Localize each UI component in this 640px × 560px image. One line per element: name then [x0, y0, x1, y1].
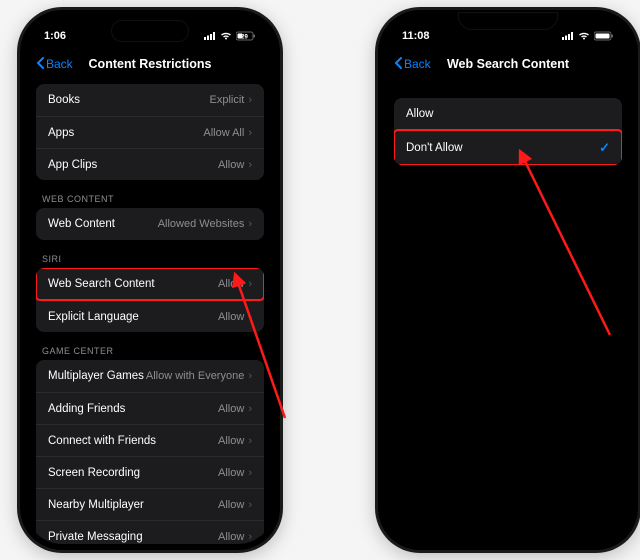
content-area[interactable]: Allow Don't Allow ✓ — [384, 80, 632, 544]
back-button[interactable]: Back — [36, 57, 73, 72]
screen-right: 11:08 Back Web Search Content Allow Don'… — [384, 16, 632, 544]
back-label: Back — [404, 57, 431, 71]
phone-right: 11:08 Back Web Search Content Allow Don'… — [378, 10, 638, 550]
phone-left: 1:06 29 Back Content Restrictions BooksE… — [20, 10, 280, 550]
status-indicators: 29 — [204, 31, 256, 41]
back-label: Back — [46, 57, 73, 71]
chevron-right-icon: › — [248, 499, 252, 511]
dynamic-island — [111, 20, 189, 42]
row-apps[interactable]: AppsAllow All› — [36, 116, 264, 148]
screen-left: 1:06 29 Back Content Restrictions BooksE… — [26, 16, 274, 544]
wifi-icon — [578, 32, 590, 40]
chevron-right-icon: › — [248, 159, 252, 171]
nav-bar: Back Content Restrictions — [26, 48, 274, 80]
row-web-search-content[interactable]: Web Search ContentAllow› — [36, 268, 264, 300]
wifi-icon — [220, 32, 232, 40]
battery-icon: 29 — [236, 31, 256, 41]
option-allow[interactable]: Allow — [394, 98, 622, 130]
group-siri: Web Search ContentAllow› Explicit Langua… — [36, 268, 264, 332]
section-header-web: WEB CONTENT — [26, 180, 274, 208]
cellular-icon — [562, 32, 574, 40]
chevron-left-icon — [36, 57, 44, 72]
status-time: 1:06 — [44, 30, 66, 42]
chevron-right-icon: › — [248, 127, 252, 139]
row-books[interactable]: BooksExplicit› — [36, 84, 264, 116]
page-title: Web Search Content — [447, 57, 569, 71]
group-game: Multiplayer GamesAllow with Everyone› Ad… — [36, 360, 264, 544]
row-connect-friends[interactable]: Connect with FriendsAllow› — [36, 424, 264, 456]
chevron-right-icon: › — [248, 311, 252, 323]
chevron-right-icon: › — [248, 531, 252, 543]
chevron-right-icon: › — [248, 370, 252, 382]
chevron-right-icon: › — [248, 278, 252, 290]
row-nearby-multiplayer[interactable]: Nearby MultiplayerAllow› — [36, 488, 264, 520]
nav-bar: Back Web Search Content — [384, 48, 632, 80]
battery-icon — [594, 31, 614, 41]
notch — [458, 12, 558, 30]
row-private-messaging[interactable]: Private MessagingAllow› — [36, 520, 264, 544]
group-options: Allow Don't Allow ✓ — [394, 98, 622, 165]
checkmark-icon: ✓ — [599, 140, 610, 156]
row-app-clips[interactable]: App ClipsAllow› — [36, 148, 264, 180]
row-explicit-language[interactable]: Explicit LanguageAllow› — [36, 300, 264, 332]
chevron-right-icon: › — [248, 403, 252, 415]
row-adding-friends[interactable]: Adding FriendsAllow› — [36, 392, 264, 424]
chevron-left-icon — [394, 57, 402, 72]
option-dont-allow[interactable]: Don't Allow ✓ — [394, 130, 622, 165]
chevron-right-icon: › — [248, 94, 252, 106]
row-multiplayer-games[interactable]: Multiplayer GamesAllow with Everyone› — [36, 360, 264, 392]
chevron-right-icon: › — [248, 218, 252, 230]
chevron-right-icon: › — [248, 467, 252, 479]
back-button[interactable]: Back — [394, 57, 431, 72]
row-screen-recording[interactable]: Screen RecordingAllow› — [36, 456, 264, 488]
status-indicators — [562, 31, 614, 41]
chevron-right-icon: › — [248, 435, 252, 447]
row-web-content[interactable]: Web ContentAllowed Websites› — [36, 208, 264, 240]
status-time: 11:08 — [402, 30, 430, 42]
content-area[interactable]: BooksExplicit› AppsAllow All› App ClipsA… — [26, 80, 274, 544]
section-header-game: GAME CENTER — [26, 332, 274, 360]
group-top: BooksExplicit› AppsAllow All› App ClipsA… — [36, 84, 264, 180]
section-header-siri: SIRI — [26, 240, 274, 268]
svg-text:29: 29 — [241, 35, 248, 41]
page-title: Content Restrictions — [89, 57, 212, 71]
cellular-icon — [204, 32, 216, 40]
group-web: Web ContentAllowed Websites› — [36, 208, 264, 240]
